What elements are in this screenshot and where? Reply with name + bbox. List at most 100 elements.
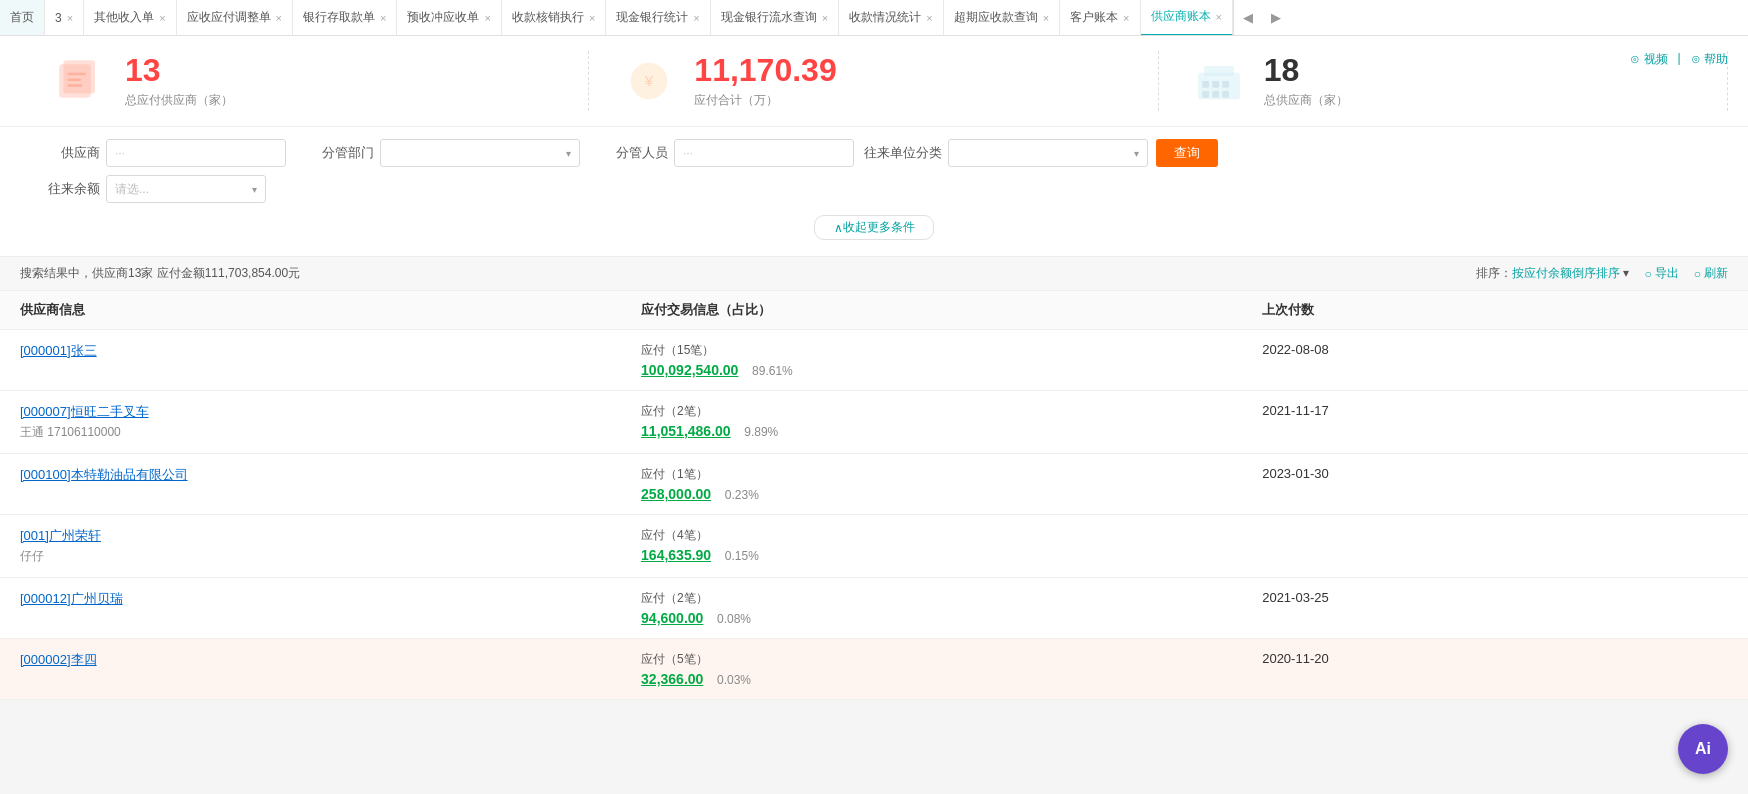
- svg-rect-14: [1222, 91, 1229, 98]
- nav-tab-3[interactable]: 3 ×: [45, 0, 84, 36]
- nav-tab-home[interactable]: 首页: [0, 0, 45, 36]
- nav-tab-prepay-label: 预收冲应收单: [407, 9, 479, 26]
- nav-tab-bank-deposit[interactable]: 银行存取款单 ×: [293, 0, 397, 36]
- payable-suppliers-label: 总应付供应商（家）: [125, 92, 233, 109]
- percent-1: 89.61%: [752, 364, 793, 378]
- ai-button[interactable]: Ai: [1678, 724, 1728, 774]
- amount-link-3[interactable]: 258,000.00: [641, 486, 711, 502]
- nav-tab-3-label: 3: [55, 11, 62, 25]
- supplier-link-4[interactable]: [001]广州荣轩: [20, 527, 641, 545]
- last-payment-1: 2022-08-08: [1262, 342, 1728, 357]
- nav-tab-overdue-label: 超期应收款查询: [954, 9, 1038, 26]
- total-suppliers-icon: [1189, 51, 1249, 111]
- department-input[interactable]: ▾: [380, 139, 580, 167]
- nav-tab-home-label: 首页: [10, 9, 34, 26]
- svg-rect-4: [68, 84, 83, 87]
- amount-link-6[interactable]: 32,366.00: [641, 671, 703, 687]
- nav-tab-3-close[interactable]: ×: [67, 12, 73, 24]
- person-input[interactable]: ···: [674, 139, 854, 167]
- search-button[interactable]: 查询: [1156, 139, 1218, 167]
- nav-tab-receipt-label: 收款核销执行: [512, 9, 584, 26]
- refresh-label: 刷新: [1704, 265, 1728, 282]
- table-row: [000100]本特勒油品有限公司 应付（1笔） 258,000.00 0.23…: [0, 454, 1748, 515]
- amount-link-2[interactable]: 11,051,486.00: [641, 423, 731, 439]
- col-header-transaction: 应付交易信息（占比）: [641, 301, 1262, 319]
- svg-rect-3: [68, 79, 81, 82]
- export-button[interactable]: ○ 导出: [1645, 265, 1679, 282]
- amount-link-1[interactable]: 100,092,540.00: [641, 362, 738, 378]
- nav-tab-prepay[interactable]: 预收冲应收单 ×: [397, 0, 501, 36]
- nav-next-arrow[interactable]: ▶: [1262, 0, 1290, 36]
- supplier-link-6[interactable]: [000002]李四: [20, 651, 641, 669]
- table-row: [000002]李四 应付（5笔） 32,366.00 0.03% 2020-1…: [0, 639, 1748, 700]
- count-label-4: 应付（4笔）: [641, 527, 1262, 544]
- nav-tab-bank-deposit-close[interactable]: ×: [380, 12, 386, 24]
- nav-tab-prepay-close[interactable]: ×: [484, 12, 490, 24]
- payable-total-label: 应付合计（万）: [694, 92, 836, 109]
- nav-tab-receipt-stats-close[interactable]: ×: [926, 12, 932, 24]
- nav-tab-cash-flow[interactable]: 现金银行流水查询 ×: [711, 0, 839, 36]
- nav-tab-overdue[interactable]: 超期应收款查询 ×: [944, 0, 1060, 36]
- supplier-link-1[interactable]: [000001]张三: [20, 342, 641, 360]
- supplier-info-cell-5: [000012]广州贝瑞: [20, 590, 641, 608]
- supplier-sub-2: 王通 17106110000: [20, 424, 641, 441]
- result-summary-text: 搜索结果中，供应商13家 应付金额111,703,854.00元: [20, 265, 300, 282]
- nav-tab-ar-adjust[interactable]: 应收应付调整单 ×: [177, 0, 293, 36]
- nav-tab-receipt-stats[interactable]: 收款情况统计 ×: [839, 0, 943, 36]
- filter-section: 供应商 ··· 分管部门 ▾ 分管人员 ··· 往来单位分类: [0, 127, 1748, 257]
- sort-label: 按应付余额倒序排序: [1512, 266, 1620, 280]
- svg-rect-9: [1202, 81, 1209, 88]
- nav-tab-supplier-ledger-label: 供应商账本: [1151, 8, 1211, 25]
- nav-tab-overdue-close[interactable]: ×: [1043, 12, 1049, 24]
- nav-prev-arrow[interactable]: ◀: [1234, 0, 1262, 36]
- category-input[interactable]: ▾: [948, 139, 1148, 167]
- svg-rect-10: [1212, 81, 1219, 88]
- supplier-link-5[interactable]: [000012]广州贝瑞: [20, 590, 641, 608]
- nav-tab-cash-stats-close[interactable]: ×: [693, 12, 699, 24]
- table-row: [000012]广州贝瑞 应付（2笔） 94,600.00 0.08% 2021…: [0, 578, 1748, 639]
- refresh-button[interactable]: ○ 刷新: [1694, 265, 1728, 282]
- supplier-payable-icon: [50, 51, 110, 111]
- summary-card-payable-total: ¥ 11,170.39 应付合计（万）: [589, 51, 1158, 111]
- export-icon: ○: [1645, 267, 1652, 281]
- nav-tab-customer-ledger[interactable]: 客户账本 ×: [1060, 0, 1140, 36]
- nav-tab-cash-stats[interactable]: 现金银行统计 ×: [606, 0, 710, 36]
- percent-2: 9.89%: [744, 425, 778, 439]
- nav-tab-receipt[interactable]: 收款核销执行 ×: [502, 0, 606, 36]
- table-row: [001]广州荣轩 仔仔 应付（4笔） 164,635.90 0.15%: [0, 515, 1748, 578]
- col-header-supplier: 供应商信息: [20, 301, 641, 319]
- nav-tab-customer-ledger-close[interactable]: ×: [1123, 12, 1129, 24]
- balance-input[interactable]: 请选... ▾: [106, 175, 266, 203]
- last-payment-6: 2020-11-20: [1262, 651, 1728, 666]
- nav-tab-cash-flow-close[interactable]: ×: [822, 12, 828, 24]
- export-label: 导出: [1655, 265, 1679, 282]
- supplier-info-cell-4: [001]广州荣轩 仔仔: [20, 527, 641, 565]
- summary-text-total-suppliers: 18 总供应商（家）: [1264, 53, 1348, 109]
- nav-tab-cash-flow-label: 现金银行流水查询: [721, 9, 817, 26]
- amount-info-cell-4: 应付（4笔） 164,635.90 0.15%: [641, 527, 1262, 563]
- supplier-input[interactable]: ···: [106, 139, 286, 167]
- summary-card-payable-suppliers: 13 总应付供应商（家）: [20, 51, 589, 111]
- summary-help: ⊙ 视频 | ⊙ 帮助: [1630, 51, 1728, 68]
- supplier-link-2[interactable]: [000007]恒旺二手叉车: [20, 403, 641, 421]
- supplier-info-cell-1: [000001]张三: [20, 342, 641, 360]
- supplier-input-dots: ···: [115, 146, 125, 160]
- filter-item-person: 分管人员 ···: [588, 139, 854, 167]
- svg-rect-2: [68, 73, 86, 76]
- sort-button[interactable]: 排序：按应付余额倒序排序 ▾: [1476, 265, 1629, 282]
- collapse-button[interactable]: ∧ 收起更多条件: [814, 215, 934, 240]
- nav-tab-other-income[interactable]: 其他收入单 ×: [84, 0, 176, 36]
- nav-tab-receipt-close[interactable]: ×: [589, 12, 595, 24]
- supplier-link-3[interactable]: [000100]本特勒油品有限公司: [20, 466, 641, 484]
- amount-link-5[interactable]: 94,600.00: [641, 610, 703, 626]
- last-payment-2: 2021-11-17: [1262, 403, 1728, 418]
- video-link[interactable]: ⊙ 视频: [1630, 51, 1667, 68]
- nav-tab-other-income-close[interactable]: ×: [159, 12, 165, 24]
- nav-tab-ar-adjust-close[interactable]: ×: [276, 12, 282, 24]
- help-link[interactable]: ⊙ 帮助: [1691, 51, 1728, 68]
- person-input-dots: ···: [683, 146, 693, 160]
- nav-tab-supplier-ledger[interactable]: 供应商账本 ×: [1141, 0, 1233, 36]
- amount-link-4[interactable]: 164,635.90: [641, 547, 711, 563]
- filter-item-department: 分管部门 ▾: [294, 139, 580, 167]
- nav-tab-supplier-ledger-close[interactable]: ×: [1216, 11, 1222, 23]
